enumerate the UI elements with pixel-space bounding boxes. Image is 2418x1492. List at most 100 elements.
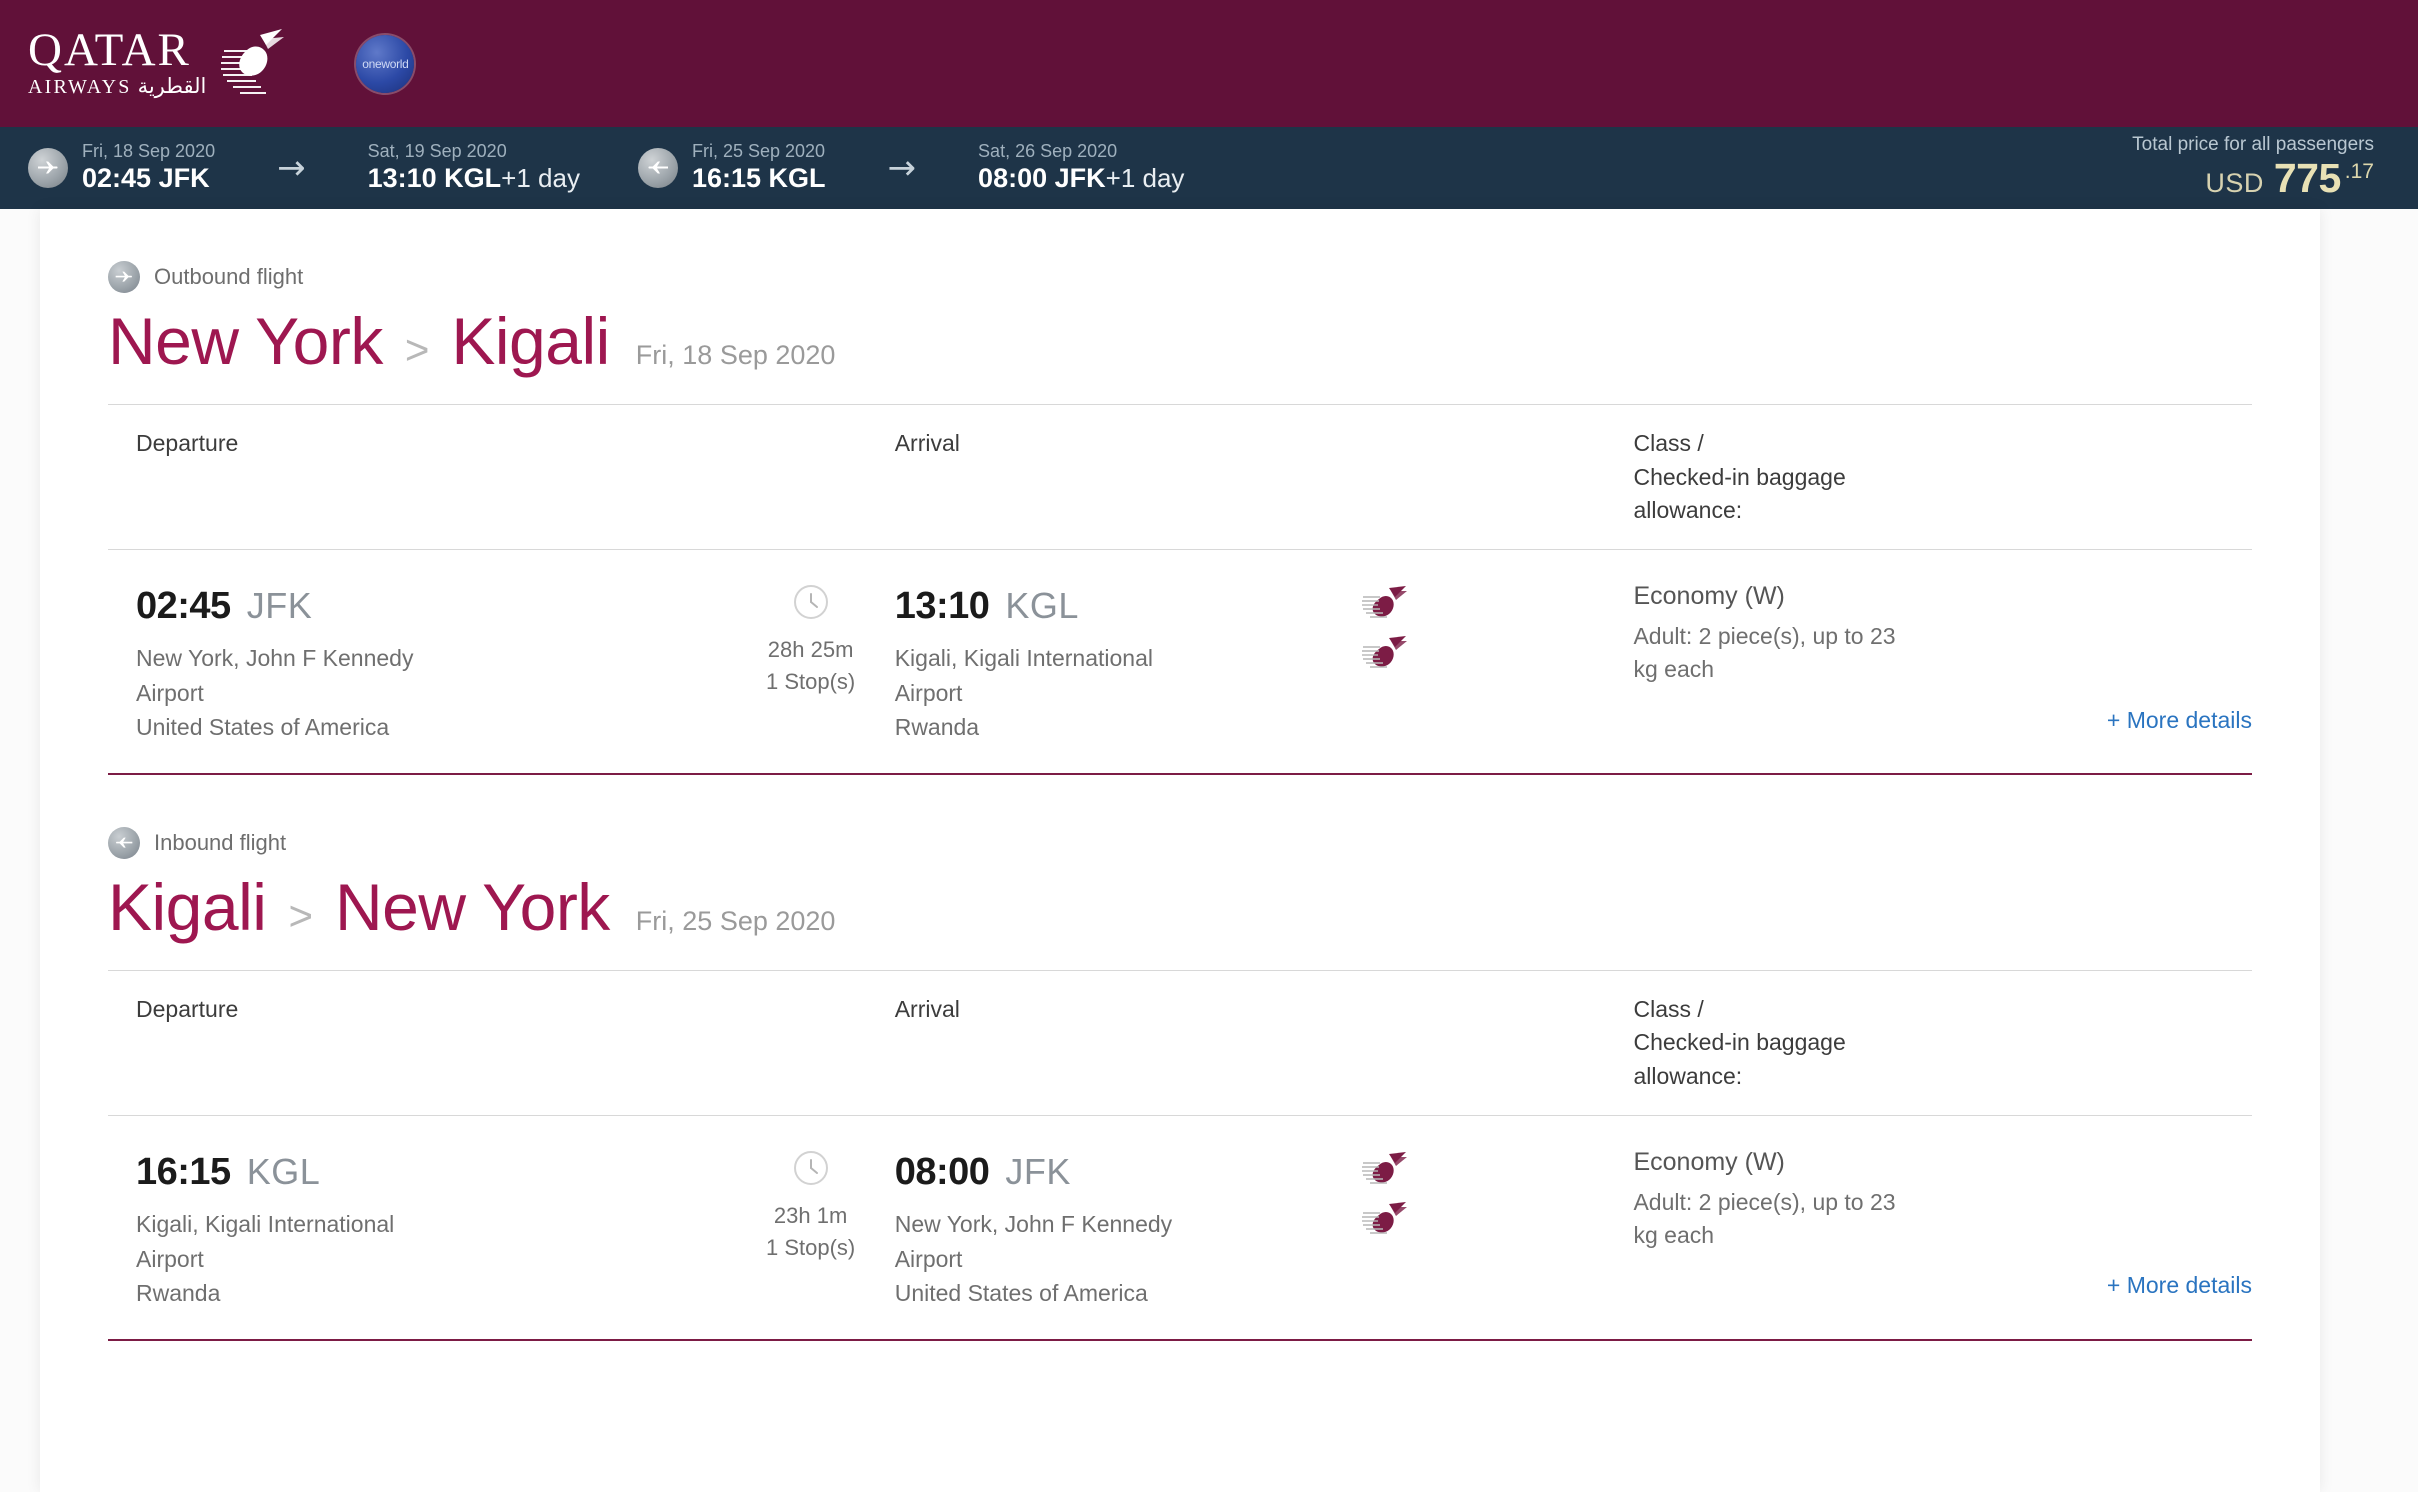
outbound-arrival-code: KGL xyxy=(1005,579,1079,633)
leg-airport-code: KGL xyxy=(444,163,501,193)
header-operating-carrier xyxy=(1362,993,1596,1093)
plane-return-icon xyxy=(108,827,140,859)
inbound-flight-label: Inbound flight xyxy=(154,830,286,856)
inbound-arrival-airport-line2: Airport xyxy=(895,1242,1362,1277)
table-header-row: Departure Arrival Class / Checked-in bag… xyxy=(108,404,2252,550)
brand-name-airways: AIRWAYS xyxy=(28,75,132,99)
inbound-departure-airport-line1: Kigali, Kigali International xyxy=(136,1207,727,1242)
outbound-arrival-country: Rwanda xyxy=(895,710,1362,745)
plane-depart-icon xyxy=(108,261,140,293)
inbound-more-details-link[interactable]: + More details xyxy=(2107,1268,2252,1303)
leg-time-airport: 02:45 JFK xyxy=(82,163,215,195)
qatar-oryx-icon xyxy=(1362,1152,1408,1186)
itinerary-leg-text: Fri, 25 Sep 2020 16:15 KGL xyxy=(692,141,826,194)
header-class-line3: allowance: xyxy=(1633,1060,2252,1093)
outbound-duration-total: 28h 25m xyxy=(768,634,854,666)
table-header-row: Departure Arrival Class / Checked-in bag… xyxy=(108,970,2252,1116)
outbound-route-date: Fri, 18 Sep 2020 xyxy=(636,340,836,371)
outbound-baggage-line2: kg each xyxy=(1633,653,2252,686)
outbound-flight-label: Outbound flight xyxy=(154,264,303,290)
inbound-arrival-airport-line1: New York, John F Kennedy xyxy=(895,1207,1362,1242)
leg-date: Fri, 25 Sep 2020 xyxy=(692,141,826,162)
arrow-right-icon: → xyxy=(888,151,917,185)
clock-icon xyxy=(791,582,831,622)
clock-icon xyxy=(791,1148,831,1188)
leg-airport-code: JFK xyxy=(159,163,210,193)
header-departure: Departure xyxy=(108,993,727,1093)
inbound-arrival-code: JFK xyxy=(1005,1145,1071,1199)
inbound-route-heading: Kigali > New York Fri, 25 Sep 2020 xyxy=(108,873,2252,942)
outbound-class-cell: Economy (W) Adult: 2 piece(s), up to 23 … xyxy=(1595,578,2252,745)
leg-plus-day: +1 day xyxy=(1106,163,1185,193)
header-departure: Departure xyxy=(108,427,727,527)
header-class-line2: Checked-in baggage xyxy=(1633,461,2252,494)
chevron-right-icon: > xyxy=(288,895,313,937)
outbound-flight-section: Outbound flight New York > Kigali Fri, 1… xyxy=(108,209,2252,775)
itinerary-leg-inbound-arrival[interactable]: Sat, 26 Sep 2020 08:00 JFK+1 day xyxy=(978,141,1184,194)
oneworld-logo-icon[interactable]: oneworld xyxy=(356,35,414,93)
header-operating-carrier xyxy=(1362,427,1596,527)
inbound-flight-row: 16:15 KGL Kigali, Kigali International A… xyxy=(108,1116,2252,1341)
outbound-flight-tag: Outbound flight xyxy=(108,261,2252,293)
plane-depart-icon xyxy=(28,148,68,188)
itinerary-leg-inbound-departure[interactable]: Fri, 25 Sep 2020 16:15 KGL xyxy=(638,141,826,194)
inbound-departure-time: 16:15 xyxy=(136,1144,231,1201)
brand-name-primary: QATAR xyxy=(28,28,191,73)
price-cents: .17 xyxy=(2345,160,2374,184)
qatar-oryx-icon xyxy=(216,27,290,101)
inbound-duration-total: 23h 1m xyxy=(774,1200,847,1232)
price-amount: 775 xyxy=(2274,155,2341,202)
itinerary-leg-outbound-departure[interactable]: Fri, 18 Sep 2020 02:45 JFK xyxy=(28,141,215,194)
price-currency: USD xyxy=(2205,168,2264,199)
leg-date: Sat, 26 Sep 2020 xyxy=(978,141,1184,162)
leg-date: Fri, 18 Sep 2020 xyxy=(82,141,215,162)
brand-name-arabic: القطرية xyxy=(138,74,207,99)
leg-time: 13:10 xyxy=(368,163,437,193)
inbound-arrival-time: 08:00 xyxy=(895,1144,990,1201)
itinerary-leg-text: Fri, 18 Sep 2020 02:45 JFK xyxy=(82,141,215,194)
outbound-departure-code: JFK xyxy=(247,579,313,633)
inbound-departure-country: Rwanda xyxy=(136,1276,727,1311)
outbound-arrival-airport-line2: Airport xyxy=(895,676,1362,711)
chevron-right-icon: > xyxy=(405,329,430,371)
outbound-more-details-link[interactable]: + More details xyxy=(2107,703,2252,738)
oneworld-label: oneworld xyxy=(362,57,408,71)
outbound-cabin-class: Economy (W) xyxy=(1633,578,2252,616)
brand-header: QATAR AIRWAYS القطرية xyxy=(0,0,2418,127)
leg-time-airport: 08:00 JFK+1 day xyxy=(978,163,1184,195)
arrow-right-icon: → xyxy=(277,151,306,185)
header-class-baggage: Class / Checked-in baggage allowance: xyxy=(1595,993,2252,1093)
header-class-line2: Checked-in baggage xyxy=(1633,1026,2252,1059)
qatar-oryx-icon xyxy=(1362,586,1408,620)
outbound-carrier-logos xyxy=(1362,578,1596,745)
header-duration xyxy=(727,427,895,527)
inbound-arrival-cell: 08:00 JFK New York, John F Kennedy Airpo… xyxy=(895,1144,1362,1311)
itinerary-leg-outbound-arrival[interactable]: Sat, 19 Sep 2020 13:10 KGL+1 day xyxy=(368,141,580,194)
leg-time: 16:15 xyxy=(692,163,761,193)
inbound-baggage-line2: kg each xyxy=(1633,1219,2252,1252)
outbound-departure-airport-line1: New York, John F Kennedy xyxy=(136,641,727,676)
outbound-flight-row: 02:45 JFK New York, John F Kennedy Airpo… xyxy=(108,550,2252,775)
outbound-arrival-time: 13:10 xyxy=(895,578,990,635)
inbound-duration-cell: 23h 1m 1 Stop(s) xyxy=(727,1144,895,1311)
inbound-baggage-line1: Adult: 2 piece(s), up to 23 xyxy=(1633,1186,2252,1219)
qatar-airways-logo[interactable]: QATAR AIRWAYS القطرية xyxy=(28,27,290,101)
leg-plus-day: +1 day xyxy=(501,163,580,193)
leg-time-airport: 13:10 KGL+1 day xyxy=(368,163,580,195)
outbound-origin-city: New York xyxy=(108,307,383,376)
plane-return-icon xyxy=(638,148,678,188)
leg-time: 08:00 xyxy=(978,163,1047,193)
header-class-line3: allowance: xyxy=(1633,494,2252,527)
outbound-baggage-line1: Adult: 2 piece(s), up to 23 xyxy=(1633,620,2252,653)
header-arrival: Arrival xyxy=(895,993,1362,1093)
itinerary-leg-text: Sat, 26 Sep 2020 08:00 JFK+1 day xyxy=(978,141,1184,194)
inbound-origin-city: Kigali xyxy=(108,873,266,942)
qatar-airways-wordmark: QATAR AIRWAYS القطرية xyxy=(28,28,206,100)
outbound-stops: 1 Stop(s) xyxy=(766,666,855,698)
inbound-departure-code: KGL xyxy=(247,1145,321,1199)
leg-time: 02:45 xyxy=(82,163,151,193)
itinerary-summary-bar: Fri, 18 Sep 2020 02:45 JFK → Sat, 19 Sep… xyxy=(0,127,2418,209)
leg-time-airport: 16:15 KGL xyxy=(692,163,826,195)
inbound-flight-section: Inbound flight Kigali > New York Fri, 25… xyxy=(108,775,2252,1341)
leg-date: Sat, 19 Sep 2020 xyxy=(368,141,580,162)
